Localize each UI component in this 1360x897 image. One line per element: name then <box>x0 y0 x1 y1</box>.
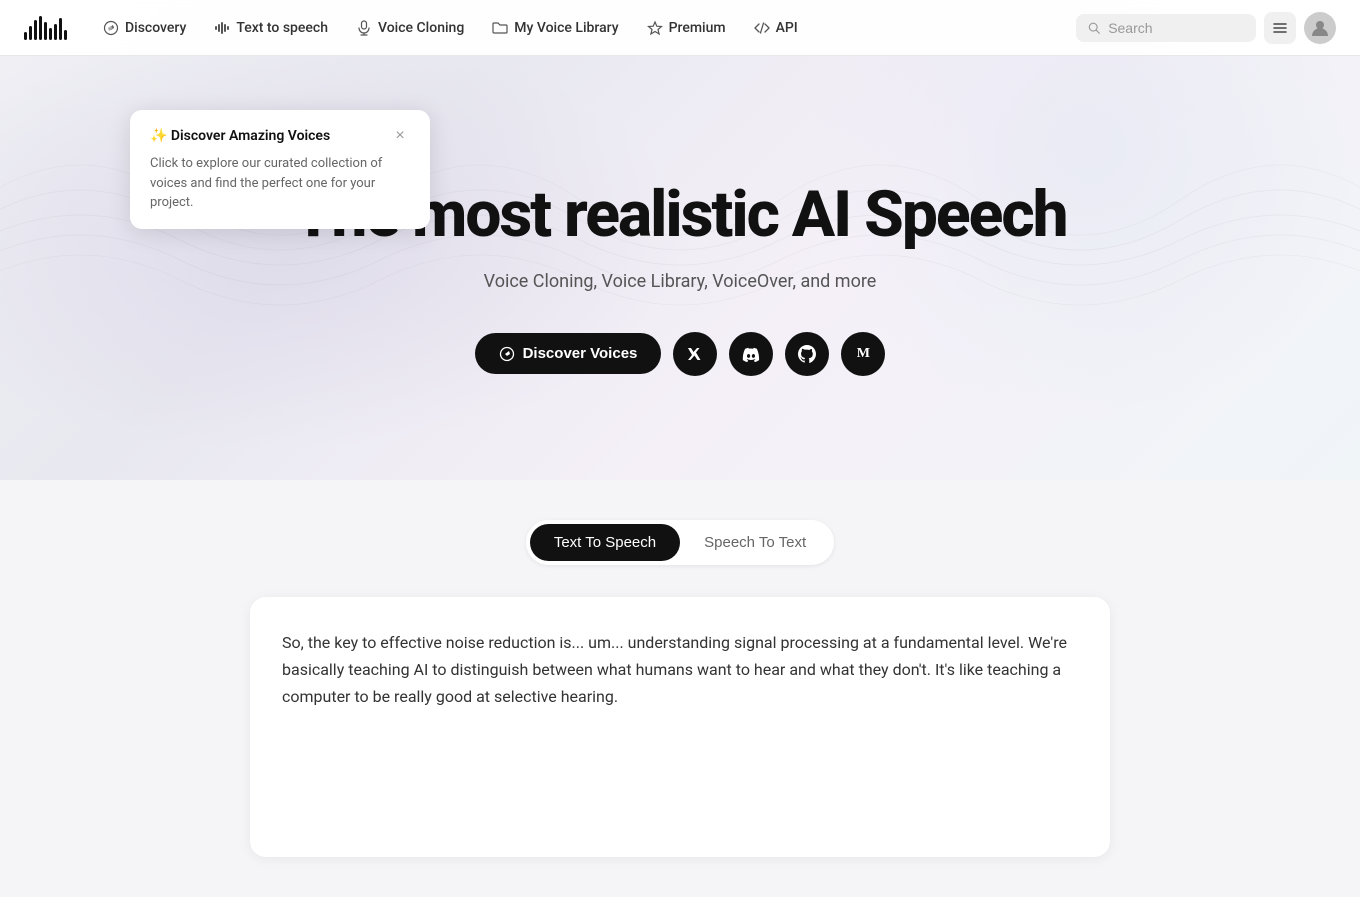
nav-right <box>1076 12 1336 44</box>
logo-icon <box>24 16 67 40</box>
nav-item-voice-cloning[interactable]: Voice Cloning <box>344 14 476 42</box>
tab-speech-to-text[interactable]: Speech To Text <box>680 524 830 561</box>
mic-icon <box>356 20 372 36</box>
logo[interactable] <box>24 16 67 40</box>
nav-item-voice-library[interactable]: My Voice Library <box>480 14 630 42</box>
discord-button[interactable] <box>729 332 773 376</box>
waveform-icon <box>214 20 230 36</box>
star-icon <box>647 20 663 36</box>
tooltip-card: ✨ Discover Amazing Voices × Click to exp… <box>130 110 430 229</box>
main-content: Text To Speech Speech To Text So, the ke… <box>0 480 1360 897</box>
hero-subtitle: Voice Cloning, Voice Library, VoiceOver,… <box>293 271 1066 292</box>
search-bar <box>1076 14 1256 42</box>
menu-button[interactable] <box>1264 12 1296 44</box>
medium-button[interactable]: M <box>841 332 885 376</box>
github-button[interactable] <box>785 332 829 376</box>
nav-items: Discovery Text to speech <box>91 14 1068 42</box>
twitter-x-button[interactable] <box>673 332 717 376</box>
hero-section: ✨ Discover Amazing Voices × Click to exp… <box>0 0 1360 480</box>
x-icon <box>687 346 703 362</box>
tooltip-close-button[interactable]: × <box>390 126 410 146</box>
nav-item-api[interactable]: API <box>742 14 810 42</box>
tooltip-title: ✨ Discover Amazing Voices <box>150 128 330 144</box>
github-icon <box>798 345 816 363</box>
hamburger-icon <box>1272 20 1288 36</box>
discord-icon <box>742 345 760 363</box>
text-content-box[interactable]: So, the key to effective noise reduction… <box>250 597 1110 857</box>
text-content: So, the key to effective noise reduction… <box>282 629 1078 711</box>
tooltip-body: Click to explore our curated collection … <box>150 154 410 213</box>
tab-text-to-speech[interactable]: Text To Speech <box>530 524 680 561</box>
code-icon <box>754 20 770 36</box>
search-icon <box>1088 21 1100 35</box>
nav-item-premium[interactable]: Premium <box>635 14 738 42</box>
compass-icon <box>103 20 119 36</box>
nav-item-tts[interactable]: Text to speech <box>202 14 340 42</box>
nav-item-discovery[interactable]: Discovery <box>91 14 198 42</box>
discover-voices-button[interactable]: Discover Voices <box>475 333 662 374</box>
hero-actions: Discover Voices M <box>293 332 1066 376</box>
avatar[interactable] <box>1304 12 1336 44</box>
tooltip-header: ✨ Discover Amazing Voices × <box>150 126 410 146</box>
navbar: Discovery Text to speech <box>0 0 1360 56</box>
search-input[interactable] <box>1108 20 1244 36</box>
tab-group: Text To Speech Speech To Text <box>526 520 834 565</box>
folder-icon <box>492 20 508 36</box>
discover-icon <box>499 346 515 362</box>
medium-icon: M <box>857 346 870 362</box>
